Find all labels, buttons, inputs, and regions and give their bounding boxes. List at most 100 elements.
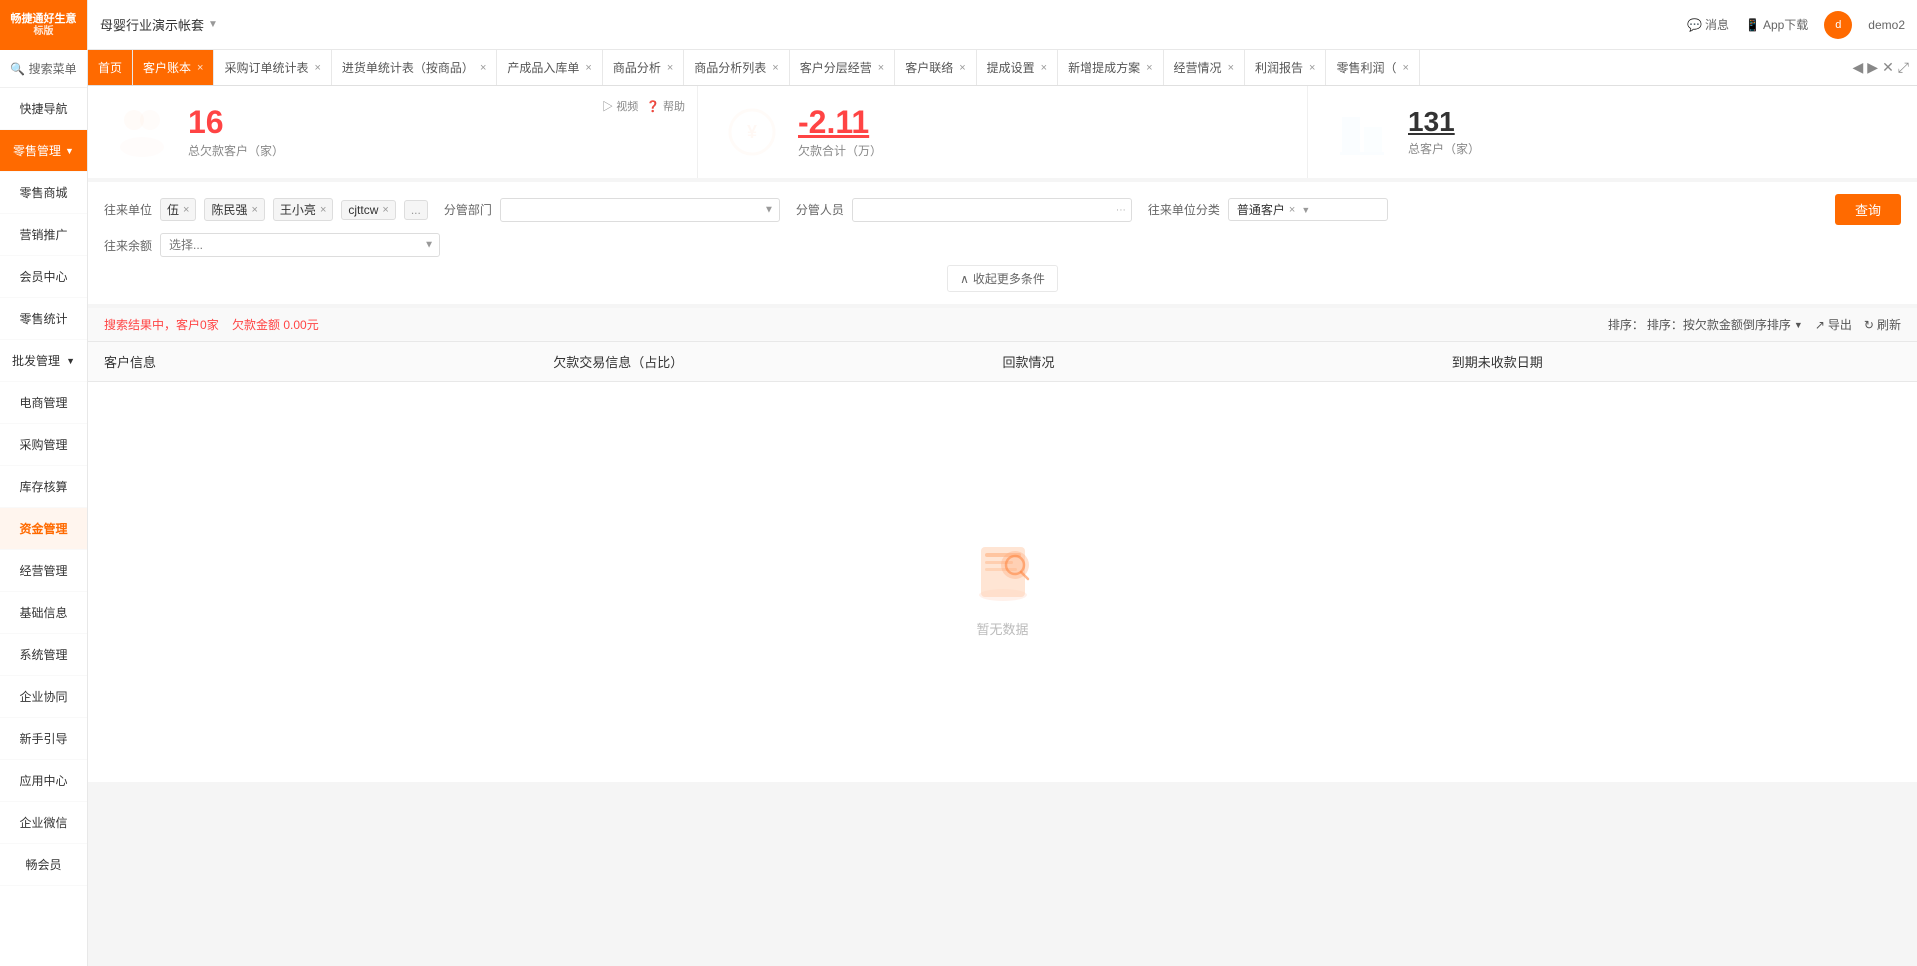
sidebar-item-basic[interactable]: 基础信息: [0, 592, 87, 634]
sidebar-item-operation[interactable]: 经营管理: [0, 550, 87, 592]
sidebar-item-member[interactable]: 会员中心: [0, 256, 87, 298]
remove-tag-icon[interactable]: ×: [251, 204, 257, 216]
tab-label: 客户联络: [905, 59, 953, 76]
sidebar-item-inventory[interactable]: 库存核算: [0, 466, 87, 508]
tab-product-analysis[interactable]: 商品分析 ×: [603, 50, 684, 85]
filter-tag-all[interactable]: 伍 ×: [160, 198, 196, 221]
sidebar-item-retail-mall[interactable]: 零售商城: [0, 172, 87, 214]
sidebar-quick-nav[interactable]: 快捷导航: [0, 88, 87, 130]
video-btn[interactable]: ▷ 视频: [602, 98, 638, 114]
sidebar-item-purchase[interactable]: 采购管理: [0, 424, 87, 466]
unit-class-tag[interactable]: 普通客户 ×: [1235, 201, 1297, 218]
tab-close-icon[interactable]: ×: [480, 62, 486, 74]
refresh-btn[interactable]: ↻ 刷新: [1864, 316, 1901, 333]
tab-close-icon[interactable]: ×: [314, 62, 320, 74]
tab-retail-profit[interactable]: 零售利润（ ×: [1326, 50, 1419, 85]
sidebar-item-retail[interactable]: 零售管理 ▼: [0, 130, 87, 172]
empty-state-svg: [963, 527, 1043, 607]
remove-tag-icon[interactable]: ×: [382, 204, 388, 216]
remove-tag-icon[interactable]: ×: [320, 204, 326, 216]
dept-input[interactable]: [500, 198, 780, 222]
amount-bg-icon: ¥: [722, 102, 782, 162]
filter-tag-more[interactable]: ...: [404, 200, 428, 220]
sidebar-item-finance[interactable]: 资金管理: [0, 508, 87, 550]
messages-btn[interactable]: 💬 消息: [1687, 16, 1729, 33]
tab-profit-report[interactable]: 利润报告 ×: [1245, 50, 1326, 85]
sidebar-item-retail-stats[interactable]: 零售统计: [0, 298, 87, 340]
sidebar-item-marketing[interactable]: 营销推广: [0, 214, 87, 256]
remove-unit-class-tag-icon[interactable]: ×: [1289, 204, 1295, 216]
sidebar-item-app-center[interactable]: 应用中心: [0, 760, 87, 802]
sort-selector[interactable]: 排序： 排序：按欠款金额倒序排序 ▼: [1608, 316, 1803, 333]
tab-close-icon[interactable]: ×: [959, 62, 965, 74]
tab-close-icon[interactable]: ×: [1041, 62, 1047, 74]
app-download-btn[interactable]: 📱 App下载: [1745, 16, 1808, 33]
remove-tag-icon[interactable]: ×: [183, 204, 189, 216]
tab-label: 客户分层经营: [800, 59, 872, 76]
tab-operation-status[interactable]: 经营情况 ×: [1164, 50, 1245, 85]
sidebar-item-wholesale[interactable]: 批发管理▼: [0, 340, 87, 382]
tab-close-icon[interactable]: ×: [1402, 62, 1408, 74]
tab-label: 采购订单统计表: [224, 59, 308, 76]
tab-label: 客户账本: [143, 59, 191, 76]
data-table: 搜索结果中，客户0家 欠款金额 0.00元 排序： 排序：按欠款金额倒序排序 ▼…: [88, 308, 1917, 782]
empty-text: 暂无数据: [976, 619, 1028, 638]
filter-tag-wangxiaoliang[interactable]: 王小亮 ×: [273, 198, 333, 221]
tab-purchase-order[interactable]: 采购订单统计表 ×: [214, 50, 331, 85]
search-icon: 🔍: [10, 62, 25, 76]
filter-tag-cjttcw[interactable]: cjttcw ×: [341, 200, 395, 220]
quick-nav-label: 快捷导航: [19, 100, 67, 117]
overdue-customers-value: 16: [188, 106, 284, 138]
tab-new-promotion[interactable]: 新增提成方案 ×: [1058, 50, 1163, 85]
query-button[interactable]: 查询: [1835, 194, 1901, 225]
balance-input[interactable]: [160, 233, 440, 257]
person-input[interactable]: [852, 198, 1132, 222]
tab-close-icon[interactable]: ×: [1309, 62, 1315, 74]
sidebar-item-enterprise-wechat[interactable]: 企业微信: [0, 802, 87, 844]
filter-tag-chenminqiang[interactable]: 陈民强 ×: [204, 198, 264, 221]
tab-product-analysis-list[interactable]: 商品分析列表 ×: [684, 50, 789, 85]
overdue-customers-label: 总欠款客户（家）: [188, 142, 284, 159]
tab-close-icon[interactable]: ×: [772, 62, 778, 74]
top-header: 母婴行业演示帐套 ▼ 💬 消息 📱 App下载 d demo2: [88, 0, 1917, 50]
tab-close-icon[interactable]: ×: [1146, 62, 1152, 74]
tab-customer-capital[interactable]: 客户账本 ×: [133, 50, 214, 85]
tab-controls: ◀ ▶ ✕ ⤢: [1845, 50, 1917, 85]
export-icon: ↗: [1815, 318, 1825, 332]
stat-overdue-amount: ¥ -2.11 欠款合计（万）: [698, 86, 1308, 178]
sidebar-item-ecommerce[interactable]: 电商管理: [0, 382, 87, 424]
tab-cost-inbound[interactable]: 产成品入库单 ×: [497, 50, 602, 85]
tab-close-icon[interactable]: ×: [667, 62, 673, 74]
tab-close-icon[interactable]: ×: [197, 62, 203, 74]
tab-customer-segment[interactable]: 客户分层经营 ×: [790, 50, 895, 85]
tab-home[interactable]: 首页: [88, 50, 133, 85]
collapse-btn[interactable]: ∧ 收起更多条件: [947, 265, 1058, 292]
tab-expand-icon[interactable]: ⤢: [1898, 59, 1909, 76]
total-customers-value[interactable]: 131: [1408, 108, 1480, 136]
tab-close-all-icon[interactable]: ✕: [1882, 59, 1894, 76]
header-left: 母婴行业演示帐套 ▼: [100, 15, 218, 34]
tab-close-icon[interactable]: ×: [585, 62, 591, 74]
sidebar-item-new-guide[interactable]: 新手引导: [0, 718, 87, 760]
sidebar-item-enterprise-collab[interactable]: 企业协同: [0, 676, 87, 718]
overdue-amount-value[interactable]: -2.11: [798, 106, 882, 138]
tab-inbound-stats[interactable]: 进货单统计表（按商品） ×: [332, 50, 497, 85]
user-avatar[interactable]: d: [1824, 11, 1852, 39]
stats-row: 16 总欠款客户（家） ▷ 视频 ❓ 帮助: [88, 86, 1917, 178]
tab-bar: 首页 客户账本 × 采购订单统计表 × 进货单统计表（按商品） × 产成品入库单…: [88, 50, 1917, 86]
tab-customer-contact[interactable]: 客户联络 ×: [895, 50, 976, 85]
result-info: 搜索结果中，客户0家 欠款金额 0.00元: [104, 316, 319, 333]
stat-card-actions: ▷ 视频 ❓ 帮助: [602, 98, 685, 114]
export-btn[interactable]: ↗ 导出: [1815, 316, 1852, 333]
tab-close-icon[interactable]: ×: [878, 62, 884, 74]
tab-prev-icon[interactable]: ◀: [1853, 59, 1864, 76]
tab-promotion-settings[interactable]: 提成设置 ×: [977, 50, 1058, 85]
sidebar-item-vip-member[interactable]: 畅会员: [0, 844, 87, 886]
tab-close-icon[interactable]: ×: [1228, 62, 1234, 74]
sidebar-item-system[interactable]: 系统管理: [0, 634, 87, 676]
tab-next-icon[interactable]: ▶: [1867, 59, 1878, 76]
industry-selector[interactable]: 母婴行业演示帐套 ▼: [100, 15, 218, 34]
sidebar-search[interactable]: 🔍 搜索菜单: [0, 50, 87, 88]
help-btn[interactable]: ❓ 帮助: [646, 98, 685, 114]
col-overdue-info: 欠款交易信息（占比）: [553, 352, 1002, 371]
